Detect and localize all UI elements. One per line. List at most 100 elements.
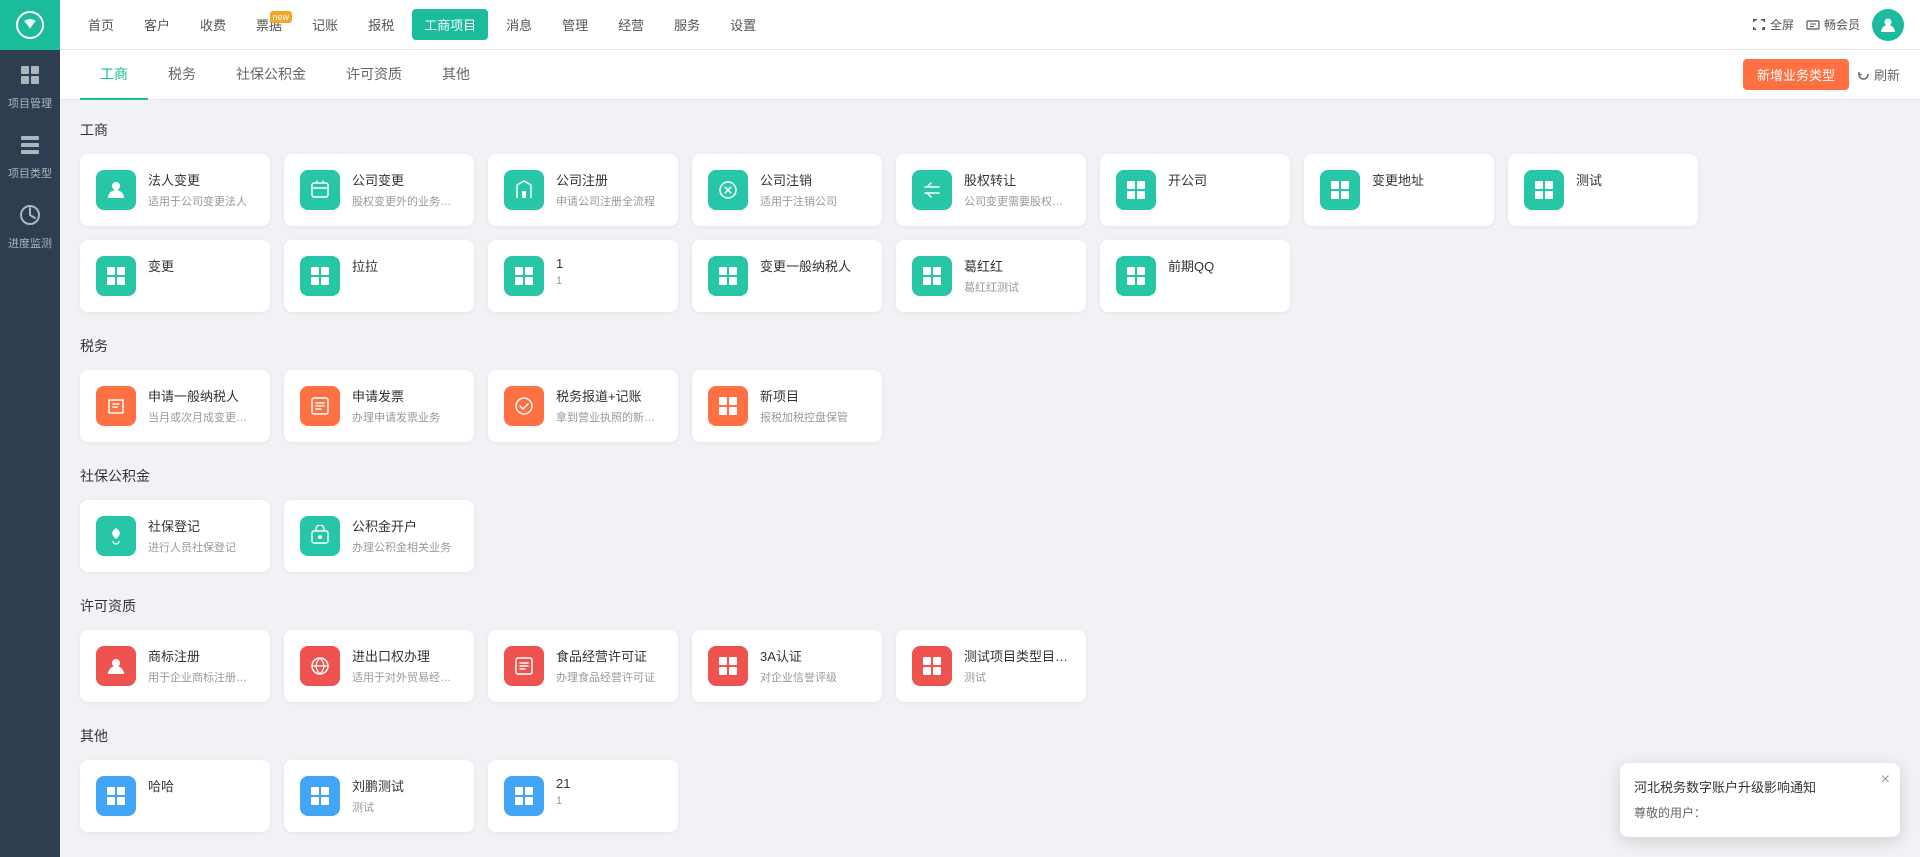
card-apply-taxpayer[interactable]: 申请一般纳税人 当月或次月成变更完成: [80, 370, 270, 442]
card-title-trademark: 商标注册: [148, 646, 254, 665]
card-title-liupeng-test: 刘鹏测试: [352, 776, 458, 795]
card-mohong[interactable]: 葛红红 葛红红测试: [896, 240, 1086, 312]
fullscreen-btn[interactable]: 全屏: [1752, 16, 1794, 33]
section-title-qita: 其他: [80, 726, 1900, 746]
sidebar-item-label: 项目管理: [8, 95, 52, 111]
card-company-cancel[interactable]: 公司注销 适用于注销公司: [692, 154, 882, 226]
nav-message[interactable]: 消息: [494, 9, 544, 40]
card-icon-change1: [96, 256, 136, 296]
nav-manage[interactable]: 管理: [550, 9, 600, 40]
card-title-new-project: 新项目: [760, 386, 866, 405]
card-icon-num1: [504, 256, 544, 296]
card-title-mohong: 葛红红: [964, 256, 1070, 275]
card-lala[interactable]: 拉拉: [284, 240, 474, 312]
card-title-haha: 哈哈: [148, 776, 254, 795]
card-icon-lala: [300, 256, 340, 296]
card-icon-mohong: [912, 256, 952, 296]
card-change-address[interactable]: 变更地址: [1304, 154, 1494, 226]
card-apply-invoice[interactable]: 申请发票 办理申请发票业务: [284, 370, 474, 442]
section-title-shuiwu: 税务: [80, 336, 1900, 356]
cards-grid-shuiwu: 申请一般纳税人 当月或次月成变更完成 申请发票 办理申请发票业务: [80, 370, 1900, 442]
card-icon-equity-transfer: [912, 170, 952, 210]
card-food-license[interactable]: 食品经营许可证 办理食品经营许可证: [488, 630, 678, 702]
main-wrapper: 首页 客户 收费 票据 new 记账 报税 工商项目 消息 管理 经营 服务 设…: [60, 0, 1920, 857]
card-icon-food-license: [504, 646, 544, 686]
refresh-button[interactable]: 刷新: [1857, 65, 1900, 84]
tab-xuke[interactable]: 许可资质: [326, 50, 422, 100]
card-test-type[interactable]: 测试项目类型目定义 测试: [896, 630, 1086, 702]
card-fund-account[interactable]: 公积金开户 办理公积金相关业务: [284, 500, 474, 572]
card-social-register[interactable]: 社保登记 进行人员社保登记: [80, 500, 270, 572]
sidebar-item-progress-monitor[interactable]: 进度监测: [0, 190, 60, 260]
nav-ticket[interactable]: 票据 new: [244, 9, 294, 40]
nav-setting[interactable]: 设置: [718, 9, 768, 40]
section-title-gongshang: 工商: [80, 120, 1900, 140]
card-title-3a-cert: 3A认证: [760, 646, 866, 665]
card-icon-fund-account: [300, 516, 340, 556]
tab-actions: 新增业务类型 刷新: [1743, 59, 1900, 90]
card-num21[interactable]: 21 1: [488, 760, 678, 832]
fullscreen-icon: [1752, 18, 1766, 32]
card-desc-legal-change: 适用于公司变更法人: [148, 193, 254, 209]
sidebar-item-project-manage[interactable]: 项目管理: [0, 50, 60, 120]
sidebar-item-project-type[interactable]: 项目类型: [0, 120, 60, 190]
card-title-fund-account: 公积金开户: [352, 516, 458, 535]
card-new-project[interactable]: 新项目 报税加税控盘保管: [692, 370, 882, 442]
card-trademark[interactable]: 商标注册 用于企业商标注册服务: [80, 630, 270, 702]
page: 工商 税务 社保公积金 许可资质 其他 新增业务类型 刷新 工商: [60, 50, 1920, 857]
card-3a-cert[interactable]: 3A认证 对企业信誉评级: [692, 630, 882, 702]
notification-close-button[interactable]: ×: [1881, 771, 1890, 789]
nav-service[interactable]: 服务: [662, 9, 712, 40]
card-open-company[interactable]: 开公司: [1100, 154, 1290, 226]
card-tax-report[interactable]: 税务报道+记账 拿到营业执照的新公司: [488, 370, 678, 442]
card-test1[interactable]: 测试: [1508, 154, 1698, 226]
card-haha[interactable]: 哈哈: [80, 760, 270, 832]
nav-business[interactable]: 工商项目: [412, 9, 488, 40]
card-liupeng-test[interactable]: 刘鹏测试 测试: [284, 760, 474, 832]
tab-qita[interactable]: 其他: [422, 50, 490, 100]
nav-accounting[interactable]: 记账: [300, 9, 350, 40]
notification-title: 河北税务数字账户升级影响通知: [1634, 777, 1886, 796]
sidebar-item-label: 进度监测: [8, 235, 52, 251]
cards-grid-gongshang: 法人变更 适用于公司变更法人 公司变更 股权变更外的业务变更: [80, 154, 1900, 312]
new-type-button[interactable]: 新增业务类型: [1743, 59, 1849, 90]
tab-shuiwu[interactable]: 税务: [148, 50, 216, 100]
tab-gongshang[interactable]: 工商: [80, 50, 148, 100]
card-change1[interactable]: 变更: [80, 240, 270, 312]
nav-billing[interactable]: 收费: [188, 9, 238, 40]
card-desc-liupeng-test: 测试: [352, 799, 458, 815]
card-change-taxpayer[interactable]: 变更一般纳税人: [692, 240, 882, 312]
card-title-company-cancel: 公司注销: [760, 170, 866, 189]
card-title-equity-transfer: 股权转让: [964, 170, 1070, 189]
nav-tax[interactable]: 报税: [356, 9, 406, 40]
user-avatar[interactable]: [1872, 9, 1904, 41]
card-desc-new-project: 报税加税控盘保管: [760, 409, 866, 425]
card-equity-transfer[interactable]: 股权转让 公司变更需要股权转让: [896, 154, 1086, 226]
card-desc-3a-cert: 对企业信誉评级: [760, 669, 866, 685]
sidebar-logo[interactable]: [0, 0, 60, 50]
cards-grid-shebao: 社保登记 进行人员社保登记 公积金开户 办理公积金相关业务: [80, 500, 1900, 572]
card-company-change[interactable]: 公司变更 股权变更外的业务变更: [284, 154, 474, 226]
card-company-register[interactable]: 公司注册 申请公司注册全流程: [488, 154, 678, 226]
card-legal-change[interactable]: 法人变更 适用于公司变更法人: [80, 154, 270, 226]
nav-home[interactable]: 首页: [76, 9, 126, 40]
section-title-shebao: 社保公积金: [80, 466, 1900, 486]
nav-customer[interactable]: 客户: [132, 9, 182, 40]
card-import-export[interactable]: 进出口权办理 适用于对外贸易经营者: [284, 630, 474, 702]
main-scroll[interactable]: 工商 法人变更 适用于公司变更法人 公司变更: [60, 100, 1920, 857]
nav-operation[interactable]: 经营: [606, 9, 656, 40]
card-title-qqprev: 前期QQ: [1168, 256, 1274, 275]
tab-shebao[interactable]: 社保公积金: [216, 50, 326, 100]
card-title-social-register: 社保登记: [148, 516, 254, 535]
card-icon-apply-invoice: [300, 386, 340, 426]
card-desc-equity-transfer: 公司变更需要股权转让: [964, 193, 1070, 209]
tab-bar: 工商 税务 社保公积金 许可资质 其他 新增业务类型 刷新: [60, 50, 1920, 100]
card-icon-new-project: [708, 386, 748, 426]
card-qqprev[interactable]: 前期QQ: [1100, 240, 1290, 312]
card-title-company-change: 公司变更: [352, 170, 458, 189]
card-icon-import-export: [300, 646, 340, 686]
card-icon-social-register: [96, 516, 136, 556]
card-title-tax-report: 税务报道+记账: [556, 386, 662, 405]
card-num1[interactable]: 1 1: [488, 240, 678, 312]
member-btn[interactable]: 畅会员: [1806, 16, 1860, 33]
